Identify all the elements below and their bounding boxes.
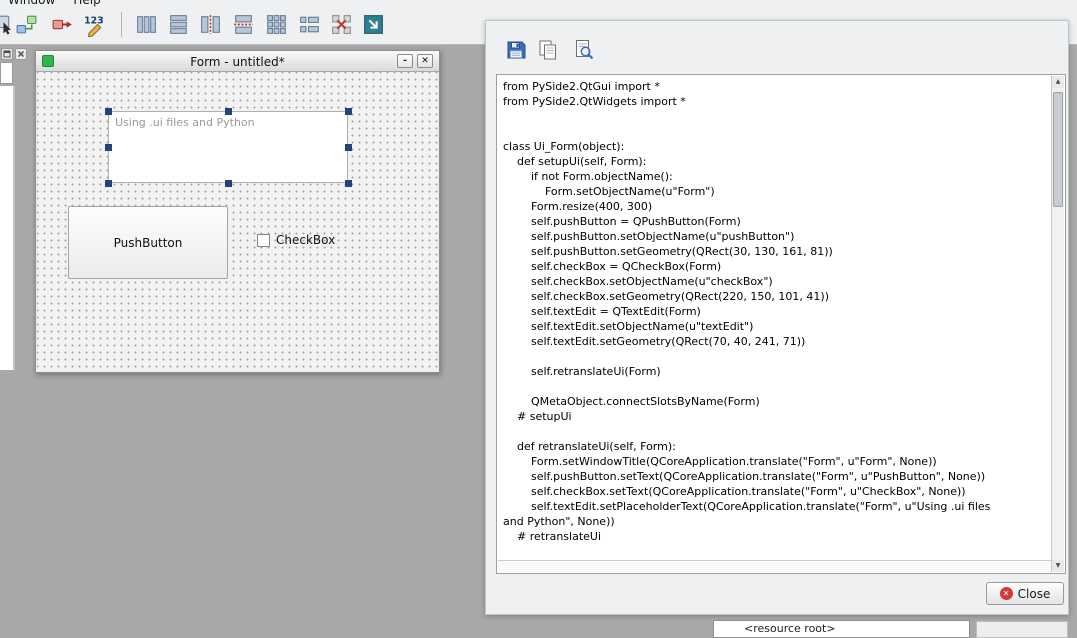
adjust-size-icon[interactable] bbox=[361, 12, 386, 37]
resource-root-item[interactable]: <resource root> bbox=[714, 621, 969, 637]
menu-help[interactable]: Help bbox=[73, 0, 100, 7]
scroll-down-icon[interactable]: ▼ bbox=[1052, 560, 1064, 572]
minimize-button[interactable]: - bbox=[397, 54, 413, 68]
lay-out-vertically-in-splitter-icon[interactable] bbox=[231, 12, 256, 37]
selection-handle-middle-right[interactable] bbox=[345, 144, 352, 151]
close-button[interactable]: ✕ bbox=[417, 54, 433, 68]
copy-icon[interactable] bbox=[536, 38, 560, 62]
code-view: from PySide2.QtGui import * from PySide2… bbox=[496, 74, 1066, 574]
edit-buddies-icon[interactable] bbox=[50, 12, 75, 37]
dock-float-icon[interactable] bbox=[1, 48, 13, 60]
selection-handle-middle-left[interactable] bbox=[105, 144, 112, 151]
form-window-titlebar[interactable]: Form - untitled* - ✕ bbox=[36, 51, 439, 72]
break-layout-icon[interactable] bbox=[329, 12, 354, 37]
selection-handle-bottom-middle[interactable] bbox=[225, 180, 232, 187]
resource-browser-fragment: <resource root> bbox=[713, 620, 970, 638]
close-circle-icon: ✕ bbox=[1000, 587, 1013, 600]
widgetbox-filter-fragment bbox=[0, 62, 13, 84]
widgetbox-panel-fragment bbox=[0, 86, 15, 370]
toolbar-separator bbox=[121, 12, 122, 37]
lay-out-horizontally-in-splitter-icon[interactable] bbox=[198, 12, 223, 37]
selection-handle-top-left[interactable] bbox=[105, 108, 112, 115]
selection-handle-top-right[interactable] bbox=[345, 108, 352, 115]
save-icon[interactable] bbox=[504, 38, 528, 62]
textedit-widget[interactable]: Using .ui files and Python bbox=[108, 111, 348, 183]
pushbutton-widget[interactable]: PushButton bbox=[68, 206, 228, 279]
edit-tab-order-icon[interactable]: 123 bbox=[82, 12, 107, 37]
svg-text:123: 123 bbox=[84, 15, 104, 26]
textedit-placeholder: Using .ui files and Python bbox=[109, 112, 347, 133]
form-window: Form - untitled* - ✕ Using .ui files and… bbox=[35, 50, 440, 373]
lay-out-in-form-layout-icon[interactable] bbox=[297, 12, 322, 37]
edit-widgets-icon[interactable] bbox=[0, 12, 15, 37]
selection-handle-bottom-right[interactable] bbox=[345, 180, 352, 187]
panel-fragment bbox=[976, 621, 1068, 638]
selection-handle-bottom-left[interactable] bbox=[105, 180, 112, 187]
lay-out-horizontally-icon[interactable] bbox=[134, 12, 159, 37]
selection-handle-top-middle[interactable] bbox=[225, 108, 232, 115]
lay-out-vertically-icon[interactable] bbox=[166, 12, 191, 37]
scroll-up-icon[interactable]: ▲ bbox=[1052, 76, 1064, 88]
close-x-glyph: ✕ bbox=[1003, 587, 1010, 600]
code-text[interactable]: from PySide2.QtGui import * from PySide2… bbox=[499, 77, 1049, 558]
edit-signals-slots-icon[interactable] bbox=[14, 12, 39, 37]
lay-out-in-grid-icon[interactable] bbox=[264, 12, 289, 37]
horizontal-scrollbar[interactable] bbox=[498, 560, 1051, 572]
menu-window[interactable]: Window bbox=[8, 0, 55, 7]
print-preview-icon[interactable] bbox=[572, 38, 596, 62]
dialog-close-button[interactable]: ✕ Close bbox=[986, 582, 1064, 605]
vertical-scrollbar[interactable]: ▲ ▼ bbox=[1051, 76, 1064, 572]
checkbox-indicator bbox=[257, 234, 270, 247]
code-preview-dialog: from PySide2.QtGui import * from PySide2… bbox=[485, 20, 1069, 615]
menu-bar: Window Help bbox=[8, 0, 101, 7]
checkbox-widget[interactable]: CheckBox bbox=[257, 232, 335, 248]
form-window-icon bbox=[42, 55, 54, 67]
form-canvas[interactable]: Using .ui files and Python PushButton Ch… bbox=[37, 72, 438, 371]
dock-close-icon[interactable] bbox=[15, 48, 27, 60]
scrollbar-thumb[interactable] bbox=[1053, 92, 1063, 207]
checkbox-label: CheckBox bbox=[276, 233, 335, 247]
close-button-label: Close bbox=[1018, 587, 1051, 601]
qt-designer-screen: Window Help 123 bbox=[0, 0, 1077, 638]
form-window-title: Form - untitled* bbox=[190, 55, 284, 69]
